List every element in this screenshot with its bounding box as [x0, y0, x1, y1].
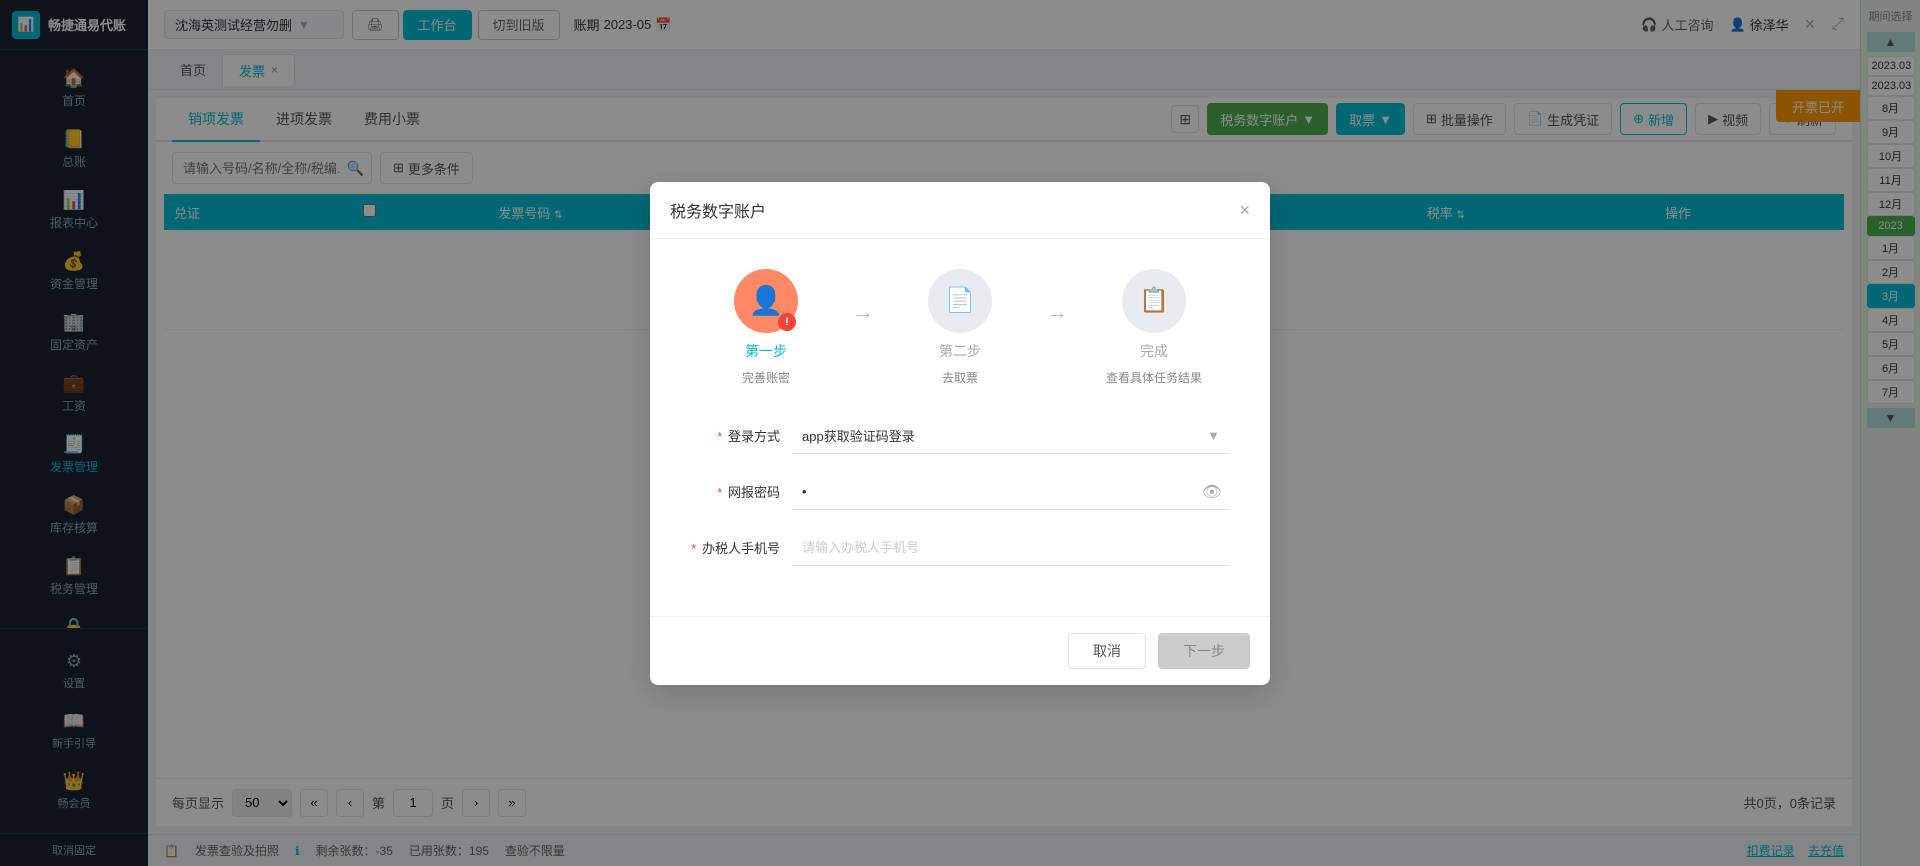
login-method-select[interactable]: app获取验证码登录 ▼: [792, 418, 1230, 454]
step-1: 👤 ! 第一步 完善账密: [690, 269, 842, 386]
step-3-desc: 查看具体任务结果: [1106, 369, 1202, 386]
step-arrow-1: →: [842, 299, 884, 325]
modal-title: 税务数字账户: [670, 198, 766, 222]
step-3-icon-wrap: 📋: [1122, 269, 1186, 333]
step-3-icon: 📋: [1139, 286, 1169, 315]
password-input-wrap: 👁: [792, 474, 1230, 510]
step-2-icon-wrap: 📄: [928, 269, 992, 333]
password-input[interactable]: [792, 474, 1230, 510]
step-2-desc: 去取票: [942, 369, 978, 386]
step-2: 📄 第二步 去取票: [884, 269, 1036, 386]
form-row-phone: * 办税人手机号: [690, 530, 1230, 566]
form-row-password: * 网报密码 👁: [690, 474, 1230, 510]
modal-header: 税务数字账户 ×: [650, 182, 1270, 239]
step-1-label: 第一步: [745, 341, 787, 361]
step-3-label: 完成: [1140, 341, 1168, 361]
modal-form: * 登录方式 app获取验证码登录 ▼ * 网报密码: [690, 418, 1230, 566]
required-star-2: *: [717, 485, 722, 500]
phone-input[interactable]: [792, 530, 1230, 566]
form-row-login-method: * 登录方式 app获取验证码登录 ▼: [690, 418, 1230, 454]
step-1-desc: 完善账密: [742, 369, 790, 386]
cancel-btn[interactable]: 取消: [1068, 633, 1146, 669]
modal-dialog: 税务数字账户 × 👤 ! 第一步 完善账密 → 📄: [650, 182, 1270, 685]
steps-row: 👤 ! 第一步 完善账密 → 📄 第二步 去取票 →: [690, 269, 1230, 386]
login-method-value: app获取验证码登录: [802, 426, 915, 445]
required-star-1: *: [717, 429, 722, 444]
next-btn[interactable]: 下一步: [1158, 633, 1250, 669]
step-arrow-2: →: [1036, 299, 1078, 325]
modal-overlay: 税务数字账户 × 👤 ! 第一步 完善账密 → 📄: [0, 0, 1920, 866]
login-method-label: * 登录方式: [690, 426, 780, 445]
step-2-label: 第二步: [939, 341, 981, 361]
step-1-icon: 👤: [749, 284, 784, 317]
modal-body: 👤 ! 第一步 完善账密 → 📄 第二步 去取票 →: [650, 239, 1270, 616]
password-eye-icon[interactable]: 👁: [1202, 482, 1222, 502]
step-1-icon-wrap: 👤 !: [734, 269, 798, 333]
modal-footer: 取消 下一步: [650, 616, 1270, 685]
step-1-badge: !: [778, 313, 796, 331]
required-star-3: *: [691, 541, 696, 556]
step-2-icon: 📄: [945, 286, 975, 315]
phone-label: * 办税人手机号: [690, 538, 780, 557]
password-label: * 网报密码: [690, 482, 780, 501]
login-method-dropdown-icon: ▼: [1207, 428, 1220, 443]
step-3: 📋 完成 查看具体任务结果: [1078, 269, 1230, 386]
modal-close-btn[interactable]: ×: [1239, 201, 1250, 219]
